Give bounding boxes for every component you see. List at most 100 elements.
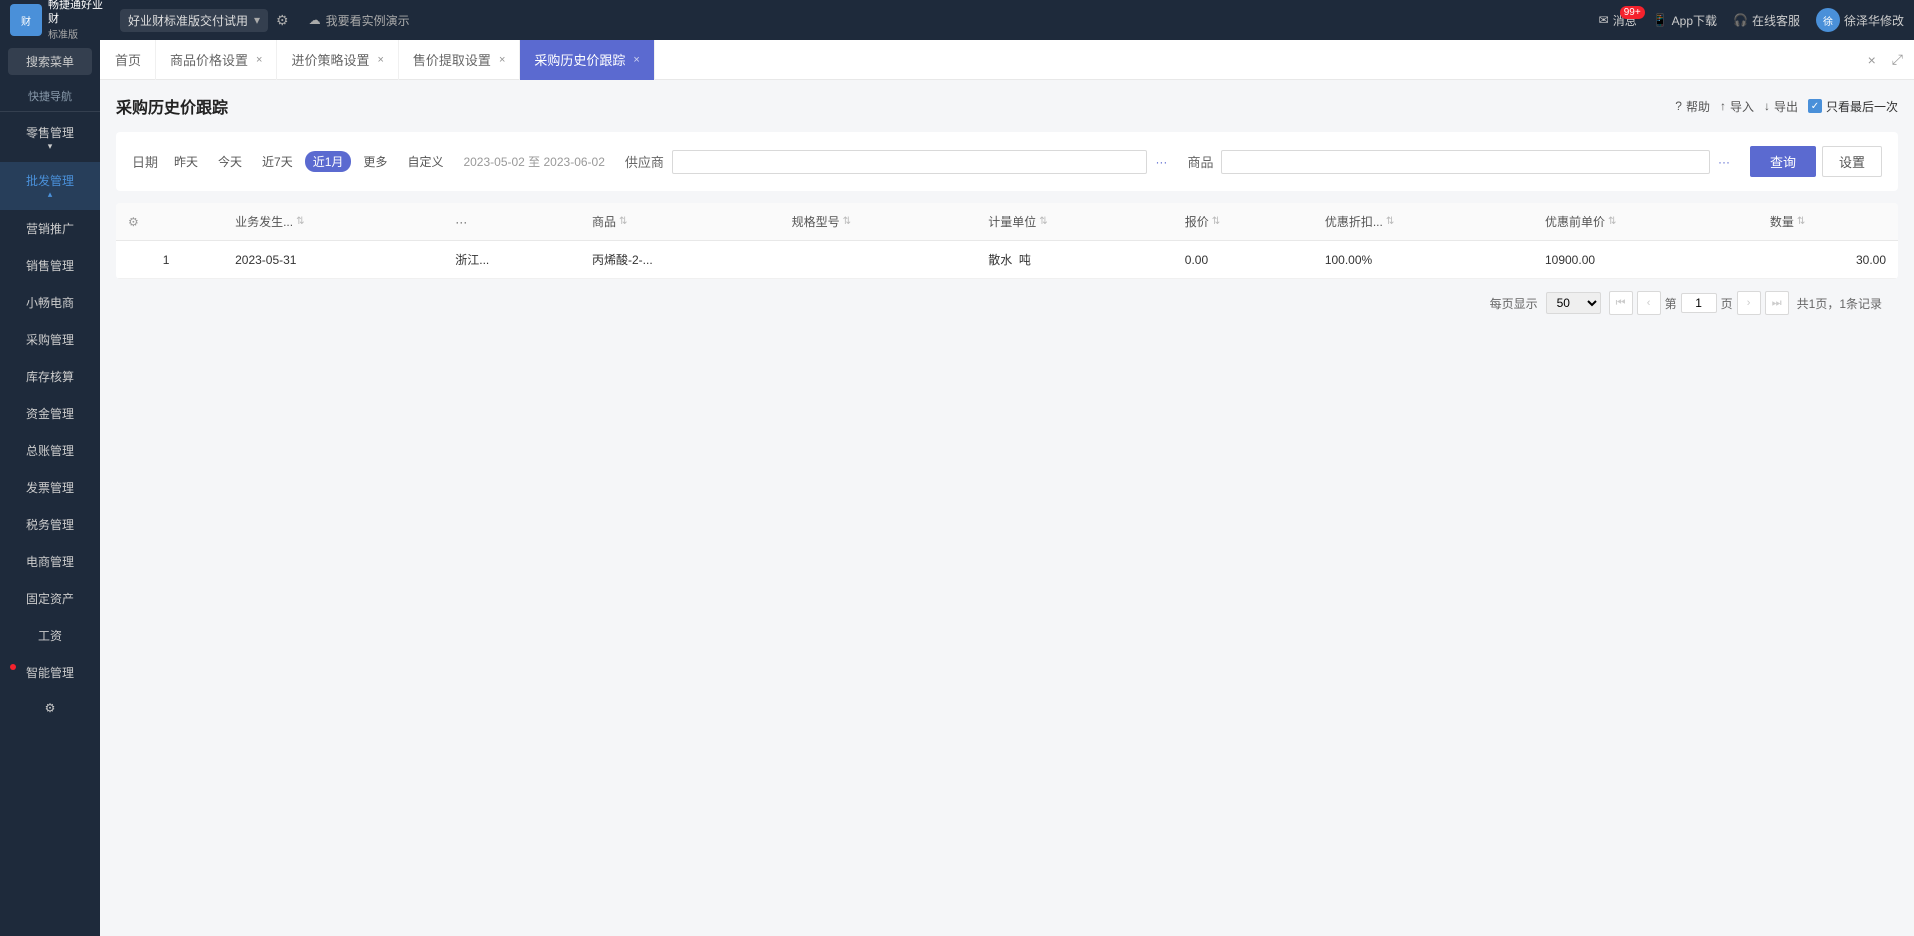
sidebar-item-settings[interactable]: ⚙ xyxy=(0,691,100,725)
goods-more-btn[interactable]: ··· xyxy=(1718,155,1730,169)
sidebar-item-wholesale[interactable]: 批发管理 ▴ xyxy=(0,162,100,210)
sidebar-item-ecommerce-small[interactable]: 小畅电商 xyxy=(0,284,100,321)
sidebar-item-sales[interactable]: 销售管理 xyxy=(0,247,100,284)
tab-close-icon[interactable]: × xyxy=(256,54,262,66)
page-nav: ⏮ ‹ 第 页 › ⏭ xyxy=(1609,291,1789,315)
sidebar-item-ecommerce[interactable]: 电商管理 xyxy=(0,543,100,580)
supplier-more-btn[interactable]: ··· xyxy=(1155,155,1167,169)
sidebar-quick-nav[interactable]: 快捷导航 xyxy=(0,83,100,109)
date-opt-custom[interactable]: 自定义 xyxy=(399,151,451,172)
sidebar-item-ledger[interactable]: 总账管理 xyxy=(0,432,100,469)
top-bar: 财 畅捷通好业财 标准版 好业财标准版交付试用 ▾ ⚙ ☁ 我要看实例演示 ✉ … xyxy=(0,0,1914,40)
date-opt-last1month[interactable]: 近1月 xyxy=(305,151,352,172)
tab-sell-price[interactable]: 售价提取设置 × xyxy=(399,40,520,80)
filter-actions: 查询 设置 xyxy=(1750,146,1882,177)
th-biz-date-sort[interactable]: 业务发生... ⇅ xyxy=(235,213,431,230)
date-opt-more[interactable]: 更多 xyxy=(355,151,395,172)
sidebar-item-purchase[interactable]: 采购管理 xyxy=(0,321,100,358)
last-only-checkbox[interactable]: ✓ 只看最后一次 xyxy=(1808,98,1898,115)
sort-icon: ⇅ xyxy=(1797,216,1805,227)
version-selector[interactable]: 好业财标准版交付试用 ▾ xyxy=(120,9,268,32)
th-settings: ⚙ xyxy=(116,203,151,241)
date-range-display: 2023-05-02 至 2023-06-02 xyxy=(463,153,604,170)
sort-icon: ⇅ xyxy=(1212,216,1220,227)
th-more: ··· xyxy=(443,203,580,241)
sidebar-item-label: 批发管理 xyxy=(26,172,74,189)
tab-close-icon[interactable]: × xyxy=(633,54,639,66)
th-more-sort[interactable]: ··· xyxy=(455,215,568,229)
tab-close-window-btn[interactable]: × xyxy=(1862,48,1882,72)
td-unit: 散水 吨 xyxy=(976,241,1173,279)
date-opt-today[interactable]: 今天 xyxy=(210,151,250,172)
date-filter-label: 日期 xyxy=(132,152,158,171)
page-number-input[interactable] xyxy=(1681,293,1717,313)
user-profile-btn[interactable]: 徐 徐泽华修改 xyxy=(1816,8,1904,32)
td-biz-date: 2023-05-31 xyxy=(223,241,443,279)
th-quote-sort[interactable]: 报价 ⇅ xyxy=(1185,213,1301,230)
td-quote: 0.00 xyxy=(1173,241,1313,279)
tab-close-icon[interactable]: × xyxy=(499,54,505,66)
sidebar-search-area: 搜索菜单 xyxy=(0,40,100,83)
online-service-btn[interactable]: 🎧 在线客服 xyxy=(1733,12,1800,29)
th-goods-sort[interactable]: 商品 ⇅ xyxy=(592,213,768,230)
th-qty-sort[interactable]: 数量 ⇅ xyxy=(1770,213,1886,230)
tab-purchase-strategy[interactable]: 进价策略设置 × xyxy=(277,40,398,80)
tab-purchase-history[interactable]: 采购历史价跟踪 × xyxy=(520,40,654,80)
page-title: 采购历史价跟踪 xyxy=(116,94,228,118)
sidebar-item-tax[interactable]: 税务管理 xyxy=(0,506,100,543)
tab-price[interactable]: 商品价格设置 × xyxy=(156,40,277,80)
sidebar-item-label: 工资 xyxy=(38,627,62,644)
sidebar-item-smart[interactable]: 智能管理 xyxy=(0,654,100,691)
sidebar-item-payroll[interactable]: 工资 xyxy=(0,617,100,654)
app-download-btn[interactable]: 📱 App下载 xyxy=(1653,12,1717,29)
th-discount-sort[interactable]: 优惠折扣... ⇅ xyxy=(1325,213,1521,230)
th-unit-sort[interactable]: 计量单位 ⇅ xyxy=(988,213,1161,230)
tab-close-icon[interactable]: × xyxy=(377,54,383,66)
goods-input[interactable] xyxy=(1221,150,1710,174)
sort-icon: ⇅ xyxy=(1608,216,1616,227)
supplier-input[interactable] xyxy=(672,150,1148,174)
export-btn[interactable]: ↓ 导出 xyxy=(1764,98,1798,115)
td-supplier: 浙江... xyxy=(443,241,580,279)
date-opt-last7[interactable]: 近7天 xyxy=(254,151,301,172)
table-settings-gear-icon[interactable]: ⚙ xyxy=(128,215,139,229)
import-btn[interactable]: ↑ 导入 xyxy=(1720,98,1754,115)
supplier-filter-group: 供应商 ··· xyxy=(625,150,1168,174)
sidebar-item-marketing[interactable]: 营销推广 xyxy=(0,210,100,247)
sidebar-item-retail[interactable]: 零售管理 ▾ xyxy=(0,114,100,162)
sidebar-item-label: 固定资产 xyxy=(26,590,74,607)
help-btn[interactable]: ? 帮助 xyxy=(1675,98,1710,115)
th-unit-price: 优惠前单价 ⇅ xyxy=(1533,203,1758,241)
messages-btn[interactable]: ✉ 消息 99+ xyxy=(1599,12,1637,29)
next-page-btn[interactable]: › xyxy=(1737,291,1761,315)
demo-link[interactable]: ☁ 我要看实例演示 xyxy=(309,12,410,29)
td-qty: 30.00 xyxy=(1758,241,1898,279)
th-spec-sort[interactable]: 规格型号 ⇅ xyxy=(792,213,965,230)
export-label: 导出 xyxy=(1774,98,1798,115)
first-page-btn[interactable]: ⏮ xyxy=(1609,291,1633,315)
logo-sub: 标准版 xyxy=(48,26,110,41)
last-page-btn[interactable]: ⏭ xyxy=(1765,291,1789,315)
th-unit-price-sort[interactable]: 优惠前单价 ⇅ xyxy=(1545,213,1746,230)
page-actions: ? 帮助 ↑ 导入 ↓ 导出 ✓ 只看最后一次 xyxy=(1675,98,1898,115)
date-opt-yesterday[interactable]: 昨天 xyxy=(166,151,206,172)
prev-page-btn[interactable]: ‹ xyxy=(1637,291,1661,315)
filter-setting-btn[interactable]: 设置 xyxy=(1822,146,1882,177)
search-menu-btn[interactable]: 搜索菜单 xyxy=(8,48,92,75)
sidebar-item-fixed-assets[interactable]: 固定资产 xyxy=(0,580,100,617)
settings-icon[interactable]: ⚙ xyxy=(276,12,289,29)
sidebar-item-invoice[interactable]: 发票管理 xyxy=(0,469,100,506)
gear-icon: ⚙ xyxy=(45,701,56,715)
sidebar-item-finance[interactable]: 资金管理 xyxy=(0,395,100,432)
tab-bar: 首页 商品价格设置 × 进价策略设置 × 售价提取设置 × 采购历史价跟踪 × … xyxy=(100,40,1914,80)
page-size-label: 每页显示 xyxy=(1490,295,1538,312)
sidebar-item-inventory[interactable]: 库存核算 xyxy=(0,358,100,395)
tab-expand-btn[interactable]: ⤢ xyxy=(1886,47,1909,72)
query-btn[interactable]: 查询 xyxy=(1750,146,1816,177)
sort-icon: ⇅ xyxy=(1386,216,1394,227)
page-size-select[interactable]: 50 10 20 100 xyxy=(1546,292,1601,314)
th-quote: 报价 ⇅ xyxy=(1173,203,1313,241)
td-goods: 丙烯酸-2-... xyxy=(580,241,780,279)
message-icon: ✉ xyxy=(1599,13,1609,27)
tab-home[interactable]: 首页 xyxy=(105,40,156,80)
